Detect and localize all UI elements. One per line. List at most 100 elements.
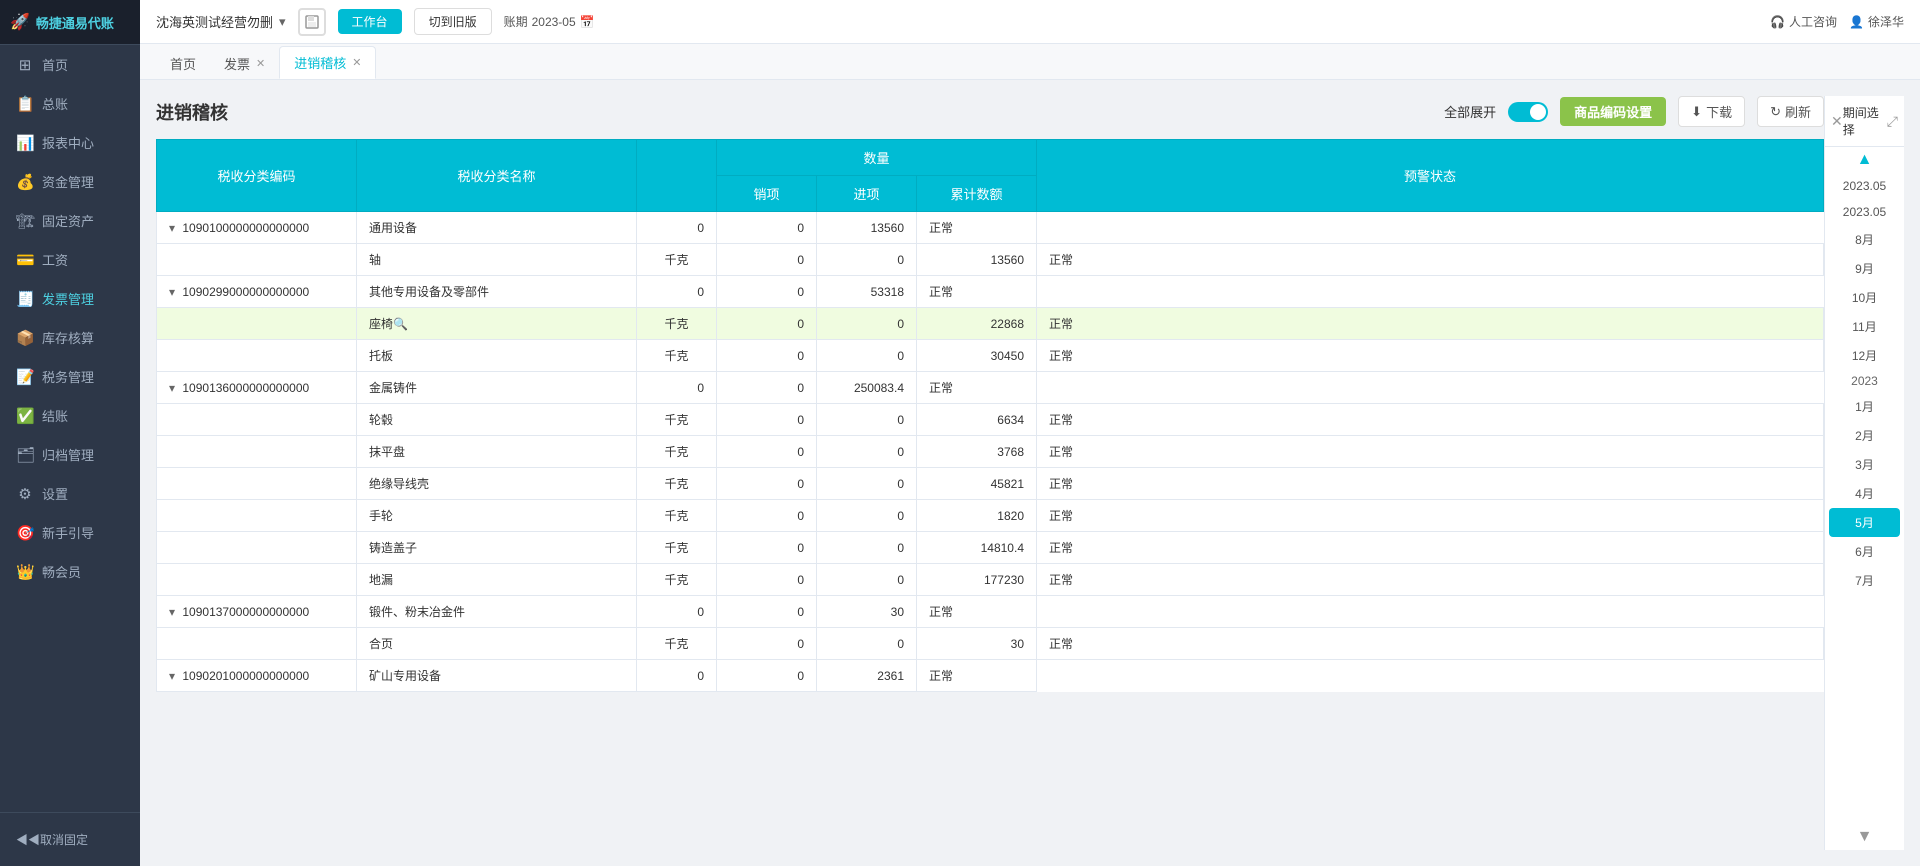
tax-code-cell: [157, 436, 357, 468]
sales-cell: 0: [717, 308, 817, 340]
collapse-icon[interactable]: ▾: [169, 669, 175, 683]
tab-reconciliation-close[interactable]: ✕: [352, 56, 361, 69]
tax-code-cell: [157, 532, 357, 564]
sales-cell: 0: [717, 628, 817, 660]
sidebar-item-report[interactable]: 📊 报表中心: [0, 123, 140, 162]
tab-home[interactable]: 首页: [156, 48, 210, 79]
tax-code-cell: [157, 628, 357, 660]
refresh-label: 刷新: [1785, 102, 1811, 121]
download-button[interactable]: ⬇ 下载: [1678, 96, 1745, 127]
collapse-icon[interactable]: ▾: [169, 381, 175, 395]
sales-cell: 0: [717, 564, 817, 596]
sidebar: 🚀 畅捷通易代账 ⊞ 首页 📋 总账 📊 报表中心 💰 资金管理 🏗 固定资产 …: [0, 0, 140, 866]
tax-code-cell: [157, 244, 357, 276]
period-10[interactable]: 10月: [1825, 283, 1904, 312]
sidebar-item-home[interactable]: ⊞ 首页: [0, 45, 140, 84]
collapse-icon[interactable]: ▾: [169, 605, 175, 619]
sales-cell: 0: [717, 436, 817, 468]
period-3[interactable]: 3月: [1825, 450, 1904, 479]
service-button[interactable]: 🎧 人工咨询: [1770, 13, 1837, 30]
tax-name-cell: 通用设备: [357, 212, 637, 244]
tab-reconciliation[interactable]: 进销稽核 ✕: [279, 46, 376, 79]
tax-code-cell: ▾ 1090136000000000000: [157, 372, 357, 404]
calendar-icon[interactable]: 📅: [580, 15, 595, 29]
period-scroll-down[interactable]: ▼: [1825, 824, 1904, 850]
period-display: 账期 2023-05 📅: [504, 13, 595, 30]
tax-name-cell: 座椅🔍: [357, 308, 637, 340]
sidebar-item-member[interactable]: 👑 畅会员: [0, 552, 140, 591]
period-12[interactable]: 12月: [1825, 341, 1904, 370]
sidebar-item-archive[interactable]: 🗂 归档管理: [0, 435, 140, 474]
main-area: 沈海英测试经营勿删 ▾ 工作台 切到旧版 账期 2023-05 📅 🎧 人工咨询…: [140, 0, 1920, 866]
switch-version-button[interactable]: 切到旧版: [414, 8, 492, 35]
tab-invoice-label: 发票: [224, 54, 250, 73]
status-cell: 正常: [1037, 404, 1824, 436]
table-row: ▾ 1090137000000000000 锻件、粉末冶金件 0 0 30 正常: [157, 596, 1824, 628]
settings-icon: ⚙: [16, 485, 34, 503]
refresh-button[interactable]: ↻ 刷新: [1757, 96, 1824, 127]
period-9[interactable]: 9月: [1825, 254, 1904, 283]
period-6[interactable]: 6月: [1825, 537, 1904, 566]
tax-name-cell: 绝缘导线壳: [357, 468, 637, 500]
topbar: 沈海英测试经营勿删 ▾ 工作台 切到旧版 账期 2023-05 📅 🎧 人工咨询…: [140, 0, 1920, 44]
sales-cell: 0: [717, 340, 817, 372]
purchase-cell: 0: [817, 500, 917, 532]
tax-name-cell: 金属铸件: [357, 372, 637, 404]
sidebar-item-label: 设置: [42, 484, 68, 503]
download-icon: ⬇: [1691, 104, 1702, 120]
period-4[interactable]: 4月: [1825, 479, 1904, 508]
th-sales: 销项: [717, 176, 817, 212]
total-cell: 13560: [817, 212, 917, 244]
product-code-button[interactable]: 商品编码设置: [1560, 97, 1666, 126]
panel-expand-button[interactable]: ⤢: [1887, 113, 1898, 130]
tab-reconciliation-label: 进销稽核: [294, 53, 346, 72]
sidebar-item-guide[interactable]: 🎯 新手引导: [0, 513, 140, 552]
tab-invoice[interactable]: 发票 ✕: [210, 48, 279, 79]
period-scroll-up[interactable]: ▲: [1825, 147, 1904, 173]
period-1[interactable]: 1月: [1825, 392, 1904, 421]
save-button[interactable]: [298, 8, 326, 36]
period-11[interactable]: 11月: [1825, 312, 1904, 341]
table-row: 抹平盘 千克 0 0 3768 正常: [157, 436, 1824, 468]
collapse-icon[interactable]: ▾: [169, 221, 175, 235]
period-2023-05-before[interactable]: 2023.05: [1825, 173, 1904, 199]
sidebar-item-tax[interactable]: 📝 税务管理: [0, 357, 140, 396]
total-cell: 3768: [917, 436, 1037, 468]
sidebar-item-salary[interactable]: 💳 工资: [0, 240, 140, 279]
period-7[interactable]: 7月: [1825, 566, 1904, 595]
unit-cell: 千克: [637, 308, 717, 340]
tab-invoice-close[interactable]: ✕: [256, 57, 265, 70]
tax-code-value: 1090100000000000000: [182, 221, 309, 235]
period-8[interactable]: 8月: [1825, 225, 1904, 254]
sidebar-item-label: 报表中心: [42, 133, 94, 152]
period-5[interactable]: 5月: [1829, 508, 1900, 537]
search-icon[interactable]: 🔍: [393, 317, 408, 331]
total-cell: 1820: [917, 500, 1037, 532]
sidebar-item-assets[interactable]: 🏗 固定资产: [0, 201, 140, 240]
sidebar-item-inventory[interactable]: 📦 库存核算: [0, 318, 140, 357]
collapse-icon[interactable]: ▾: [169, 285, 175, 299]
period-2[interactable]: 2月: [1825, 421, 1904, 450]
workbench-button[interactable]: 工作台: [338, 9, 402, 34]
sidebar-item-ledger[interactable]: 📋 总账: [0, 84, 140, 123]
table-row: 手轮 千克 0 0 1820 正常: [157, 500, 1824, 532]
sidebar-item-settings[interactable]: ⚙ 设置: [0, 474, 140, 513]
unit-cell: 千克: [637, 628, 717, 660]
th-warning: 预警状态: [1037, 140, 1824, 212]
service-label: 人工咨询: [1789, 13, 1837, 30]
tax-icon: 📝: [16, 368, 34, 386]
total-cell: 45821: [917, 468, 1037, 500]
tax-code-cell: [157, 468, 357, 500]
unit-cell: 千克: [637, 404, 717, 436]
sidebar-item-finance[interactable]: 💰 资金管理: [0, 162, 140, 201]
sidebar-item-checkout[interactable]: ✅ 结账: [0, 396, 140, 435]
expand-all-toggle[interactable]: [1508, 102, 1548, 122]
panel-close-button[interactable]: ✕: [1831, 113, 1843, 130]
unpin-button[interactable]: ◀◀取消固定: [0, 823, 140, 856]
company-dropdown-icon[interactable]: ▾: [279, 14, 286, 30]
period-2023-05-alt[interactable]: 2023.05: [1825, 199, 1904, 225]
sidebar-item-label: 工资: [42, 250, 68, 269]
company-selector[interactable]: 沈海英测试经营勿删 ▾: [156, 12, 286, 31]
user-menu[interactable]: 👤 徐泽华: [1849, 13, 1904, 30]
sidebar-item-invoice[interactable]: 🧾 发票管理: [0, 279, 140, 318]
